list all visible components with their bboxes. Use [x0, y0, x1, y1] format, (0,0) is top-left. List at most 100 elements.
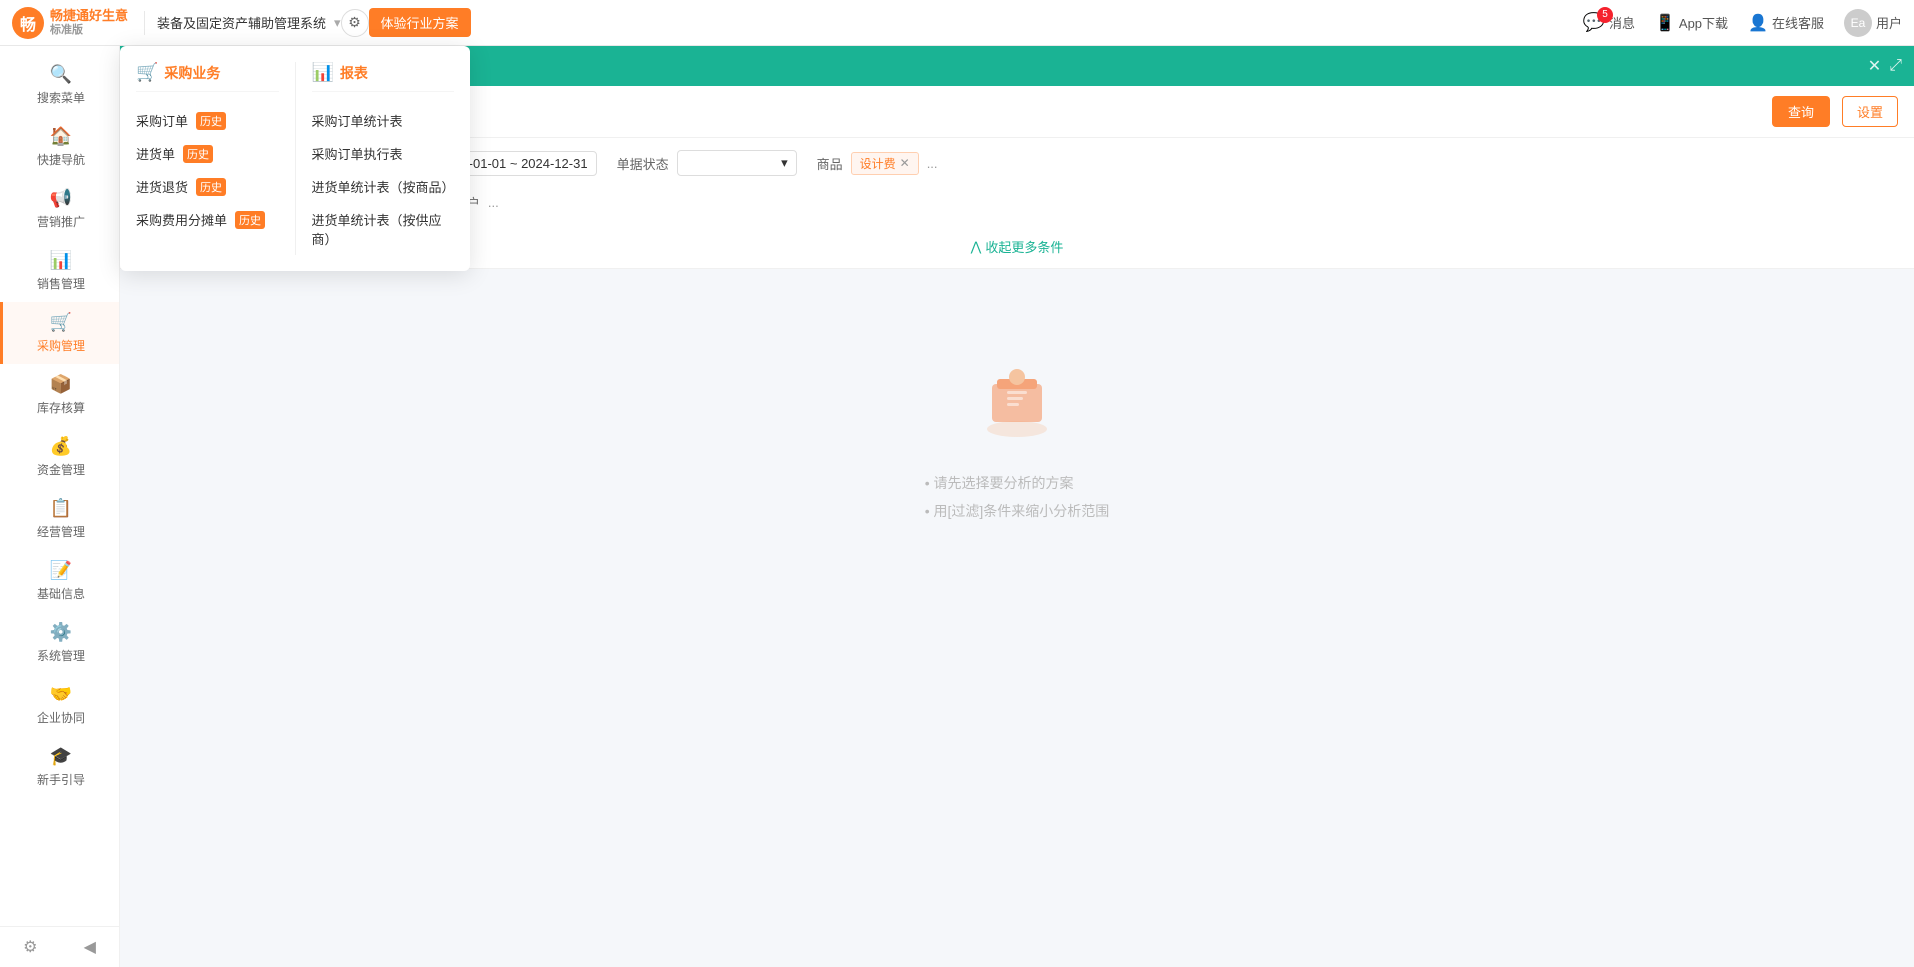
online-service-item[interactable]: 👤 在线客服 [1748, 13, 1824, 33]
purchase-label: 采购管理 [37, 337, 85, 354]
sidebar-item-basic[interactable]: 📝 基础信息 [0, 550, 119, 612]
search-label: 搜索菜单 [37, 89, 85, 106]
window-close-icon[interactable]: ✕ [1868, 56, 1881, 76]
tab-bar-actions: ✕ ⤢ [1868, 56, 1914, 76]
empty-icon [967, 349, 1067, 449]
online-service-label: 在线客服 [1772, 13, 1824, 32]
collapse-arrow: ⋀ [971, 239, 982, 255]
purchase-icon: 🛒 [50, 312, 72, 333]
basic-label: 基础信息 [37, 585, 85, 602]
app-download-label: App下载 [1679, 13, 1728, 32]
report-item[interactable]: 进货单统计表（按商品） [312, 170, 455, 203]
user-label: 用户 [1876, 13, 1902, 32]
report-col-icon: 📊 [312, 62, 334, 83]
sidebar-item-purchase[interactable]: 🛒 采购管理 [0, 302, 119, 364]
dropdown-menu: 🛒 采购业务 采购订单 历史 进货单 历史 进货退货 历史 采购费用分摊单 历史… [120, 46, 470, 271]
message-item[interactable]: 💬 5 消息 [1583, 12, 1635, 33]
customer-more[interactable]: ... [488, 195, 499, 210]
voucher-status-label: 单据状态 [617, 154, 669, 173]
system-name: 装备及固定资产辅助管理系统 ▾ [157, 13, 341, 32]
purchase-col-label: 采购业务 [164, 63, 220, 83]
sidebar-item-system[interactable]: ⚙️ 系统管理 [0, 612, 119, 674]
logo-sub-text: 标准版 [50, 24, 128, 37]
empty-tips: 请先选择要分析的方案 用[过滤]条件来缩小分析范围 [925, 469, 1110, 525]
report-item-label: 采购订单统计表 [312, 111, 403, 130]
purchase-item-label: 采购订单 [136, 111, 188, 130]
industry-btn[interactable]: 体验行业方案 [369, 8, 471, 37]
report-item-label: 进货单统计表（按供应商） [312, 210, 455, 248]
sidebar-item-operation[interactable]: 📋 经营管理 [0, 488, 119, 550]
inventory-icon: 📦 [50, 374, 72, 395]
report-item[interactable]: 采购订单统计表 [312, 104, 455, 137]
collapse-btn[interactable]: ⋀ 收起更多条件 [971, 237, 1064, 256]
purchase-col-title: 🛒 采购业务 [136, 62, 279, 92]
voucher-status-select[interactable]: ▾ [677, 150, 797, 176]
empty-tip-1: 请先选择要分析的方案 [925, 469, 1110, 497]
logo-area: 畅 畅捷通好生意 标准版 [12, 7, 132, 39]
purchase-item[interactable]: 进货退货 历史 [136, 170, 279, 203]
settings-btn[interactable]: 设置 [1842, 96, 1898, 127]
topbar: 畅 畅捷通好生意 标准版 装备及固定资产辅助管理系统 ▾ ⚙ 体验行业方案 💬 … [0, 0, 1914, 46]
system-dropdown-arrow[interactable]: ▾ [334, 15, 341, 31]
basic-icon: 📝 [50, 560, 72, 581]
report-col: 📊 报表 采购订单统计表采购订单执行表进货单统计表（按商品） 进货单统计表（按供应… [295, 62, 471, 255]
filter-goods: 商品 设计费 ✕ ... [817, 152, 938, 175]
sidebar-item-sales[interactable]: 📊 销售管理 [0, 240, 119, 302]
goods-tag-close[interactable]: ✕ [900, 156, 910, 170]
marketing-label: 营销推广 [37, 213, 85, 230]
sidebar-item-inventory[interactable]: 📦 库存核算 [0, 364, 119, 426]
user-item[interactable]: Ea 用户 [1844, 9, 1902, 37]
goods-more[interactable]: ... [927, 156, 938, 171]
window-expand-icon[interactable]: ⤢ [1889, 57, 1902, 75]
history-badge: 历史 [196, 178, 226, 196]
report-item[interactable]: 采购订单执行表 [312, 137, 455, 170]
search-icon: 🔍 [50, 64, 72, 85]
purchase-item[interactable]: 采购订单 历史 [136, 104, 279, 137]
history-badge: 历史 [196, 112, 226, 130]
report-item-label: 采购订单执行表 [312, 144, 403, 163]
settings-icon[interactable]: ⚙ [23, 937, 37, 957]
purchase-item-label: 进货单 [136, 144, 175, 163]
report-item[interactable]: 进货单统计表（按供应商） [312, 203, 455, 255]
collapse-label: 收起更多条件 [985, 237, 1063, 256]
collapse-icon[interactable]: ◀ [84, 937, 96, 957]
report-item-label: 进货单统计表（按商品） [312, 177, 455, 196]
operation-label: 经营管理 [37, 523, 85, 540]
sales-icon: 📊 [50, 250, 72, 271]
logo-icon: 畅 [12, 7, 44, 39]
sidebar-item-quick_nav[interactable]: 🏠 快捷导航 [0, 116, 119, 178]
history-badge: 历史 [235, 211, 265, 229]
capital-icon: 💰 [50, 436, 72, 457]
purchase-item-label: 进货退货 [136, 177, 188, 196]
toolbar-right: 查询 设置 [1772, 96, 1898, 127]
inventory-label: 库存核算 [37, 399, 85, 416]
guide-icon: 🎓 [50, 746, 72, 767]
query-btn[interactable]: 查询 [1772, 96, 1830, 127]
goods-tag: 设计费 ✕ [851, 152, 919, 175]
purchase-item-label: 采购费用分摊单 [136, 210, 227, 229]
app-download-item[interactable]: 📱 App下载 [1655, 13, 1728, 33]
voucher-status-arrow: ▾ [781, 155, 788, 171]
purchase-col: 🛒 采购业务 采购订单 历史 进货单 历史 进货退货 历史 采购费用分摊单 历史 [120, 62, 295, 255]
marketing-icon: 📢 [50, 188, 72, 209]
goods-tag-text: 设计费 [860, 155, 896, 172]
filter-voucher-status: 单据状态 ▾ [617, 150, 797, 176]
system-label: 系统管理 [37, 647, 85, 664]
report-col-title: 📊 报表 [312, 62, 455, 92]
guide-label: 新手引导 [37, 771, 85, 788]
purchase-item[interactable]: 进货单 历史 [136, 137, 279, 170]
gear-button[interactable]: ⚙ [341, 9, 369, 37]
report-col-label: 报表 [340, 63, 368, 83]
sidebar-item-enterprise[interactable]: 🤝 企业协同 [0, 674, 119, 736]
purchase-item[interactable]: 采购费用分摊单 历史 [136, 203, 279, 236]
operation-icon: 📋 [50, 498, 72, 519]
goods-label: 商品 [817, 154, 843, 173]
sidebar-item-capital[interactable]: 💰 资金管理 [0, 426, 119, 488]
sidebar-item-marketing[interactable]: 📢 营销推广 [0, 178, 119, 240]
quick_nav-icon: 🏠 [50, 126, 72, 147]
sidebar-item-search[interactable]: 🔍 搜索菜单 [0, 54, 119, 116]
sidebar-item-guide[interactable]: 🎓 新手引导 [0, 736, 119, 798]
enterprise-label: 企业协同 [37, 709, 85, 726]
capital-label: 资金管理 [37, 461, 85, 478]
purchase-col-icon: 🛒 [136, 62, 158, 83]
